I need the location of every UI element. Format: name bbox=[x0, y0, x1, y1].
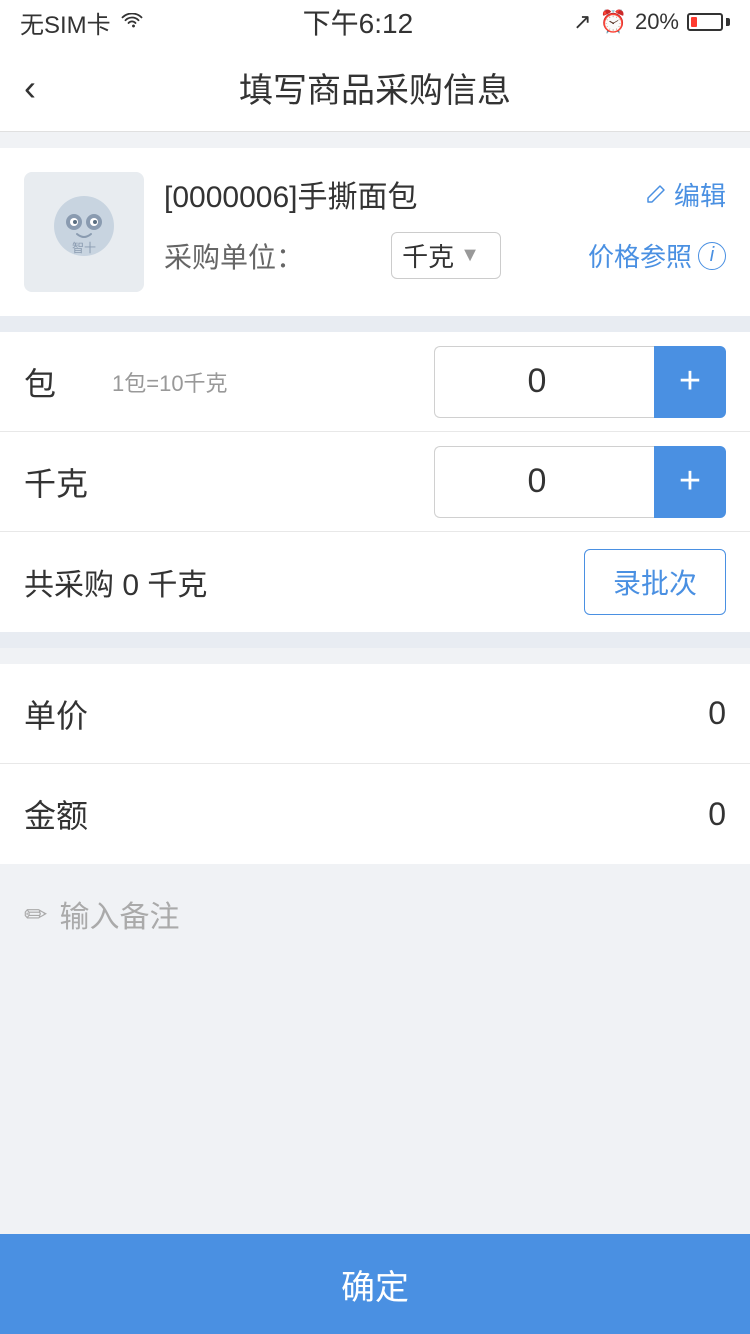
status-bar: 无SIM卡 下午6:12 ↗ ⏰ 20% bbox=[0, 0, 750, 44]
kg-input-row: 千克 + bbox=[0, 432, 750, 532]
price-reference-button[interactable]: 价格参照 i bbox=[588, 237, 726, 274]
notes-section[interactable]: ✏ 输入备注 bbox=[0, 864, 750, 964]
amount-label: 金额 bbox=[24, 791, 88, 837]
page-title: 填写商品采购信息 bbox=[239, 63, 511, 112]
info-icon: i bbox=[698, 242, 726, 270]
unit-row: 采购单位： 千克 ▼ 价格参照 i bbox=[164, 232, 726, 279]
battery-icon bbox=[687, 13, 730, 31]
product-info: [0000006]手撕面包 编辑 采购单位： 千克 ▼ 价格参照 i bbox=[164, 172, 726, 279]
battery-percent: 20% bbox=[635, 9, 679, 35]
batch-button[interactable]: 录批次 bbox=[584, 549, 726, 615]
unit-price-row: 单价 0 bbox=[0, 664, 750, 764]
bao-sublabel: 1包=10千克 bbox=[112, 366, 434, 398]
total-row: 共采购 0 千克 录批次 bbox=[0, 532, 750, 632]
unit-label: 采购单位： bbox=[164, 236, 304, 276]
kg-input-wrapper: + bbox=[434, 446, 726, 518]
wifi-icon bbox=[121, 8, 143, 36]
status-right: ↗ ⏰ 20% bbox=[573, 9, 730, 35]
pencil-icon: ✏ bbox=[24, 898, 47, 931]
edit-button[interactable]: 编辑 bbox=[645, 176, 726, 213]
chevron-down-icon: ▼ bbox=[460, 244, 480, 267]
status-time: 下午6:12 bbox=[303, 2, 414, 42]
product-name-row: [0000006]手撕面包 编辑 bbox=[164, 172, 726, 216]
status-left: 无SIM卡 bbox=[20, 5, 143, 40]
kg-label: 千克 bbox=[24, 459, 104, 505]
product-name: [0000006]手撕面包 bbox=[164, 172, 417, 216]
product-logo: 智十 bbox=[48, 190, 120, 274]
price-ref-label: 价格参照 bbox=[588, 237, 692, 274]
bao-input-row: 包 1包=10千克 + bbox=[0, 332, 750, 432]
back-button[interactable]: ‹ bbox=[24, 67, 36, 109]
alarm-icon: ⏰ bbox=[600, 9, 627, 35]
total-text: 共采购 0 千克 bbox=[24, 560, 207, 604]
confirm-bar[interactable]: 确定 bbox=[0, 1234, 750, 1334]
unit-select-dropdown[interactable]: 千克 ▼ bbox=[391, 232, 501, 279]
section-divider-1 bbox=[0, 316, 750, 332]
unit-select-value: 千克 bbox=[402, 237, 454, 274]
input-section: 包 1包=10千克 + 千克 + bbox=[0, 332, 750, 532]
location-icon: ↗ bbox=[573, 9, 591, 35]
amount-row: 金额 0 bbox=[0, 764, 750, 864]
unit-price-value: 0 bbox=[708, 695, 726, 732]
kg-plus-button[interactable]: + bbox=[654, 446, 726, 518]
product-image: 智十 bbox=[24, 172, 144, 292]
nav-bar: ‹ 填写商品采购信息 bbox=[0, 44, 750, 132]
product-card: 智十 [0000006]手撕面包 编辑 采购单位： 千克 ▼ 价格参照 i bbox=[0, 148, 750, 316]
bao-plus-button[interactable]: + bbox=[654, 346, 726, 418]
carrier-text: 无SIM卡 bbox=[20, 5, 111, 40]
section-divider-2 bbox=[0, 632, 750, 648]
price-section: 单价 0 金额 0 bbox=[0, 664, 750, 864]
unit-price-label: 单价 bbox=[24, 691, 88, 737]
svg-text:智十: 智十 bbox=[72, 240, 96, 255]
bao-label: 包 bbox=[24, 359, 104, 405]
amount-value: 0 bbox=[708, 796, 726, 833]
bao-input[interactable] bbox=[434, 346, 654, 418]
notes-placeholder: 输入备注 bbox=[59, 892, 179, 936]
bao-input-wrapper: + bbox=[434, 346, 726, 418]
confirm-button[interactable]: 确定 bbox=[341, 1260, 409, 1309]
kg-input[interactable] bbox=[434, 446, 654, 518]
